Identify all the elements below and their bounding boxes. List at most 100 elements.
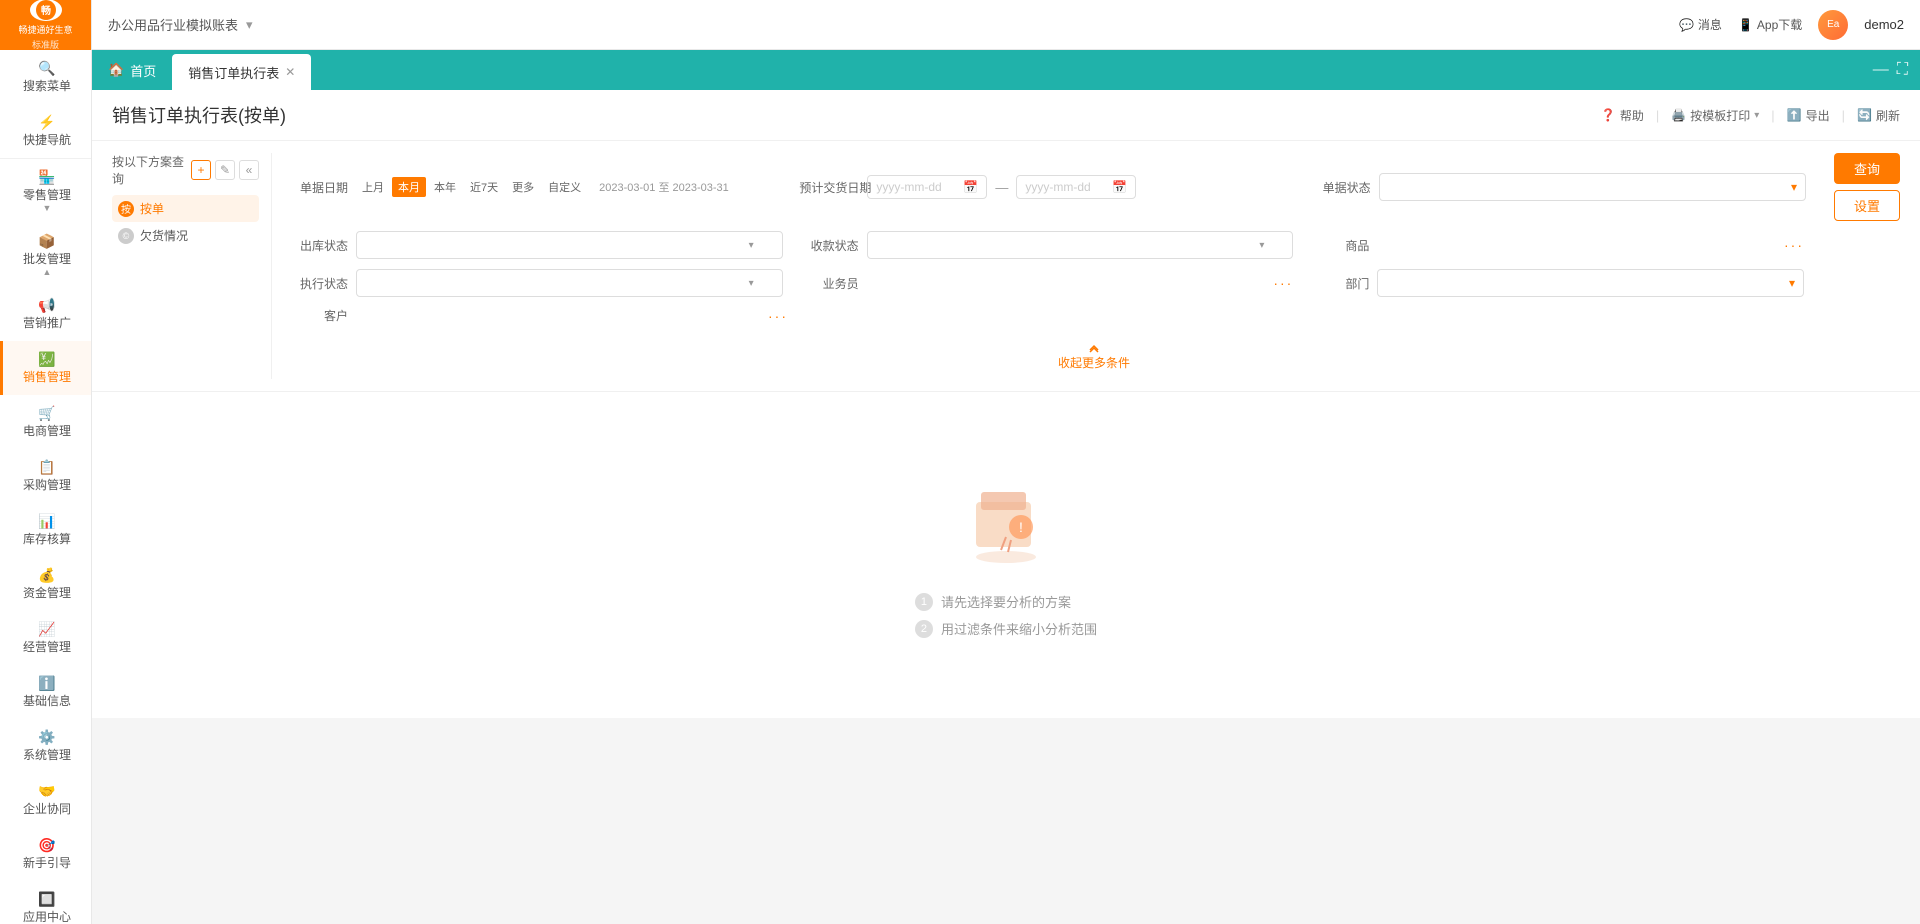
tab-bar-actions: — ⛶	[1873, 61, 1920, 79]
edit-icon: ✎	[220, 163, 230, 177]
app-download-action[interactable]: 📱 App下载	[1738, 16, 1802, 33]
print-label: 按模板打印	[1690, 107, 1750, 124]
date-tab-this-month[interactable]: 本月	[392, 177, 426, 197]
svg-text:畅: 畅	[41, 4, 51, 17]
dept-label: 部门	[1309, 275, 1369, 292]
filter-area: 按以下方案查询 + ✎ «	[92, 141, 1920, 392]
date-label: 单据日期	[288, 179, 348, 196]
logo-text: 畅捷通好生意	[18, 23, 72, 36]
date-tab-custom[interactable]: 自定义	[542, 177, 587, 197]
sidebar-item-purchase[interactable]: 📋 采购管理	[0, 449, 91, 503]
date-separator: —	[995, 180, 1008, 195]
header-title: 办公用品行业模拟账表	[108, 15, 238, 34]
filter-add-btn[interactable]: +	[191, 160, 211, 180]
payment-status-select[interactable]: ▾	[867, 231, 1294, 259]
sidebar-item-ecommerce[interactable]: 🛒 电商管理	[0, 395, 91, 449]
sidebar-item-system[interactable]: ⚙️ 系统管理	[0, 719, 91, 773]
print-dropdown-icon: ▾	[1754, 110, 1759, 121]
sidebar-item-enterprise[interactable]: 🤝 企业协同	[0, 773, 91, 827]
separator-2: |	[1771, 108, 1774, 123]
goods-more-btn[interactable]: ···	[1784, 237, 1804, 253]
settings-button[interactable]: 设置	[1834, 190, 1900, 221]
empty-state: ! 1 请先选择要分析的方案 2 用过滤条件来缩小分析范围	[92, 392, 1920, 718]
enterprise-icon: 🤝	[38, 783, 55, 800]
sidebar-item-basic-info[interactable]: ℹ️ 基础信息	[0, 665, 91, 719]
sidebar-label-marketing: 营销推广	[23, 314, 71, 331]
filter-layout: 按以下方案查询 + ✎ «	[112, 153, 1900, 379]
estimated-date-end[interactable]: yyyy-mm-dd 📅	[1016, 175, 1136, 199]
estimated-date-start[interactable]: yyyy-mm-dd 📅	[867, 175, 987, 199]
tip-text-1: 请先选择要分析的方案	[941, 592, 1071, 611]
help-btn[interactable]: ❓ 帮助	[1601, 107, 1644, 124]
salesperson-more-btn[interactable]: ···	[1273, 275, 1293, 291]
sidebar-item-app-center[interactable]: 🔲 应用中心	[0, 881, 91, 924]
sidebar-item-retail[interactable]: 🏪 零售管理 ▼	[0, 159, 91, 223]
date-group: 单据日期 上月 本月 本年 近7天 更多 自定义 2023-03-01 至 20…	[288, 177, 783, 197]
sidebar-item-quick-nav[interactable]: ⚡ 快捷导航	[0, 104, 91, 158]
empty-tips: 1 请先选择要分析的方案 2 用过滤条件来缩小分析范围	[915, 592, 1097, 638]
sidebar-item-inventory[interactable]: 📊 库存核算	[0, 503, 91, 557]
customer-group: 客户 ···	[288, 307, 788, 324]
print-btn[interactable]: 🖨️ 按模板打印 ▾	[1671, 107, 1759, 124]
sidebar-item-sales[interactable]: 💹 销售管理	[0, 341, 91, 395]
tab-close-icon[interactable]: ✕	[285, 65, 295, 79]
payment-status-arrow: ▾	[1259, 240, 1264, 251]
separator-3: |	[1842, 108, 1845, 123]
date-tab-last-7[interactable]: 近7天	[464, 177, 504, 197]
marketing-icon: 📢	[38, 297, 55, 314]
sidebar-item-marketing[interactable]: 📢 营销推广	[0, 287, 91, 341]
sidebar-item-finance[interactable]: 💰 资金管理	[0, 557, 91, 611]
exec-status-select[interactable]: ▾	[356, 269, 783, 297]
minimize-icon[interactable]: —	[1873, 61, 1889, 79]
sidebar-label-purchase: 采购管理	[23, 476, 71, 493]
doc-status-label: 单据状态	[1311, 179, 1371, 196]
tip-num-1: 1	[915, 593, 933, 611]
calendar-start-icon: 📅	[963, 180, 978, 194]
refresh-btn[interactable]: 🔄 刷新	[1857, 107, 1900, 124]
sidebar-item-wholesale[interactable]: 📦 批发管理 ▲	[0, 223, 91, 287]
tab-sales-order[interactable]: 销售订单执行表 ✕	[172, 54, 311, 90]
help-icon: ❓	[1601, 108, 1616, 122]
sidebar: 畅 畅捷通好生意 标准版 🔍 搜索菜单 ⚡ 快捷导航 🏪 零售管理 ▼ 📦 批发…	[0, 0, 92, 924]
export-icon: ⬆️	[1787, 108, 1802, 122]
goods-label: 商品	[1309, 237, 1369, 254]
calendar-end-icon: 📅	[1112, 180, 1127, 194]
filter-edit-btn[interactable]: ✎	[215, 160, 235, 180]
filter-option-receivable[interactable]: © 欠货情况	[112, 222, 259, 249]
doc-status-select[interactable]: ▾	[1379, 173, 1806, 201]
date-tab-this-year[interactable]: 本年	[428, 177, 462, 197]
sidebar-item-operations[interactable]: 📈 经营管理	[0, 611, 91, 665]
date-tab-more[interactable]: 更多	[506, 177, 540, 197]
date-range-text: 2023-03-01 至 2023-03-31	[599, 179, 729, 195]
filter-option-by-order[interactable]: 按 按单	[112, 195, 259, 222]
logo[interactable]: 畅 畅捷通好生意 标准版	[0, 0, 91, 50]
out-status-select[interactable]: ▾	[356, 231, 783, 259]
sidebar-label-basic-info: 基础信息	[23, 692, 71, 709]
dept-select[interactable]: ▾	[1377, 269, 1804, 297]
query-button[interactable]: 查询	[1834, 153, 1900, 184]
message-icon: 💬	[1679, 18, 1694, 32]
out-status-arrow: ▾	[749, 240, 754, 251]
collapse-icon: «	[246, 163, 253, 177]
collapse-label: 收起更多条件	[288, 354, 1900, 371]
maximize-icon[interactable]: ⛶	[1897, 61, 1908, 79]
salesperson-label: 业务员	[799, 275, 859, 292]
print-icon: 🖨️	[1671, 108, 1686, 122]
user-avatar[interactable]: Ea	[1818, 10, 1848, 40]
date-tab-last-month[interactable]: 上月	[356, 177, 390, 197]
tab-home[interactable]: 🏠 首页	[92, 50, 172, 90]
message-action[interactable]: 💬 消息	[1679, 16, 1722, 33]
collapse-more-btn[interactable]: 收起更多条件	[288, 334, 1900, 379]
sidebar-item-search-menu[interactable]: 🔍 搜索菜单	[0, 50, 91, 104]
purchase-icon: 📋	[38, 459, 55, 476]
user-name[interactable]: demo2	[1864, 17, 1904, 32]
app-download-label: App下载	[1757, 16, 1802, 33]
sidebar-label-operations: 经营管理	[23, 638, 71, 655]
sidebar-item-new-user[interactable]: 🎯 新手引导	[0, 827, 91, 881]
filter-collapse-btn[interactable]: «	[239, 160, 259, 180]
sidebar-label-quick-nav: 快捷导航	[23, 131, 71, 148]
system-icon: ⚙️	[38, 729, 55, 746]
customer-more-btn[interactable]: ···	[768, 308, 788, 324]
header-dropdown-icon[interactable]: ▾	[246, 17, 253, 33]
export-btn[interactable]: ⬆️ 导出	[1787, 107, 1830, 124]
